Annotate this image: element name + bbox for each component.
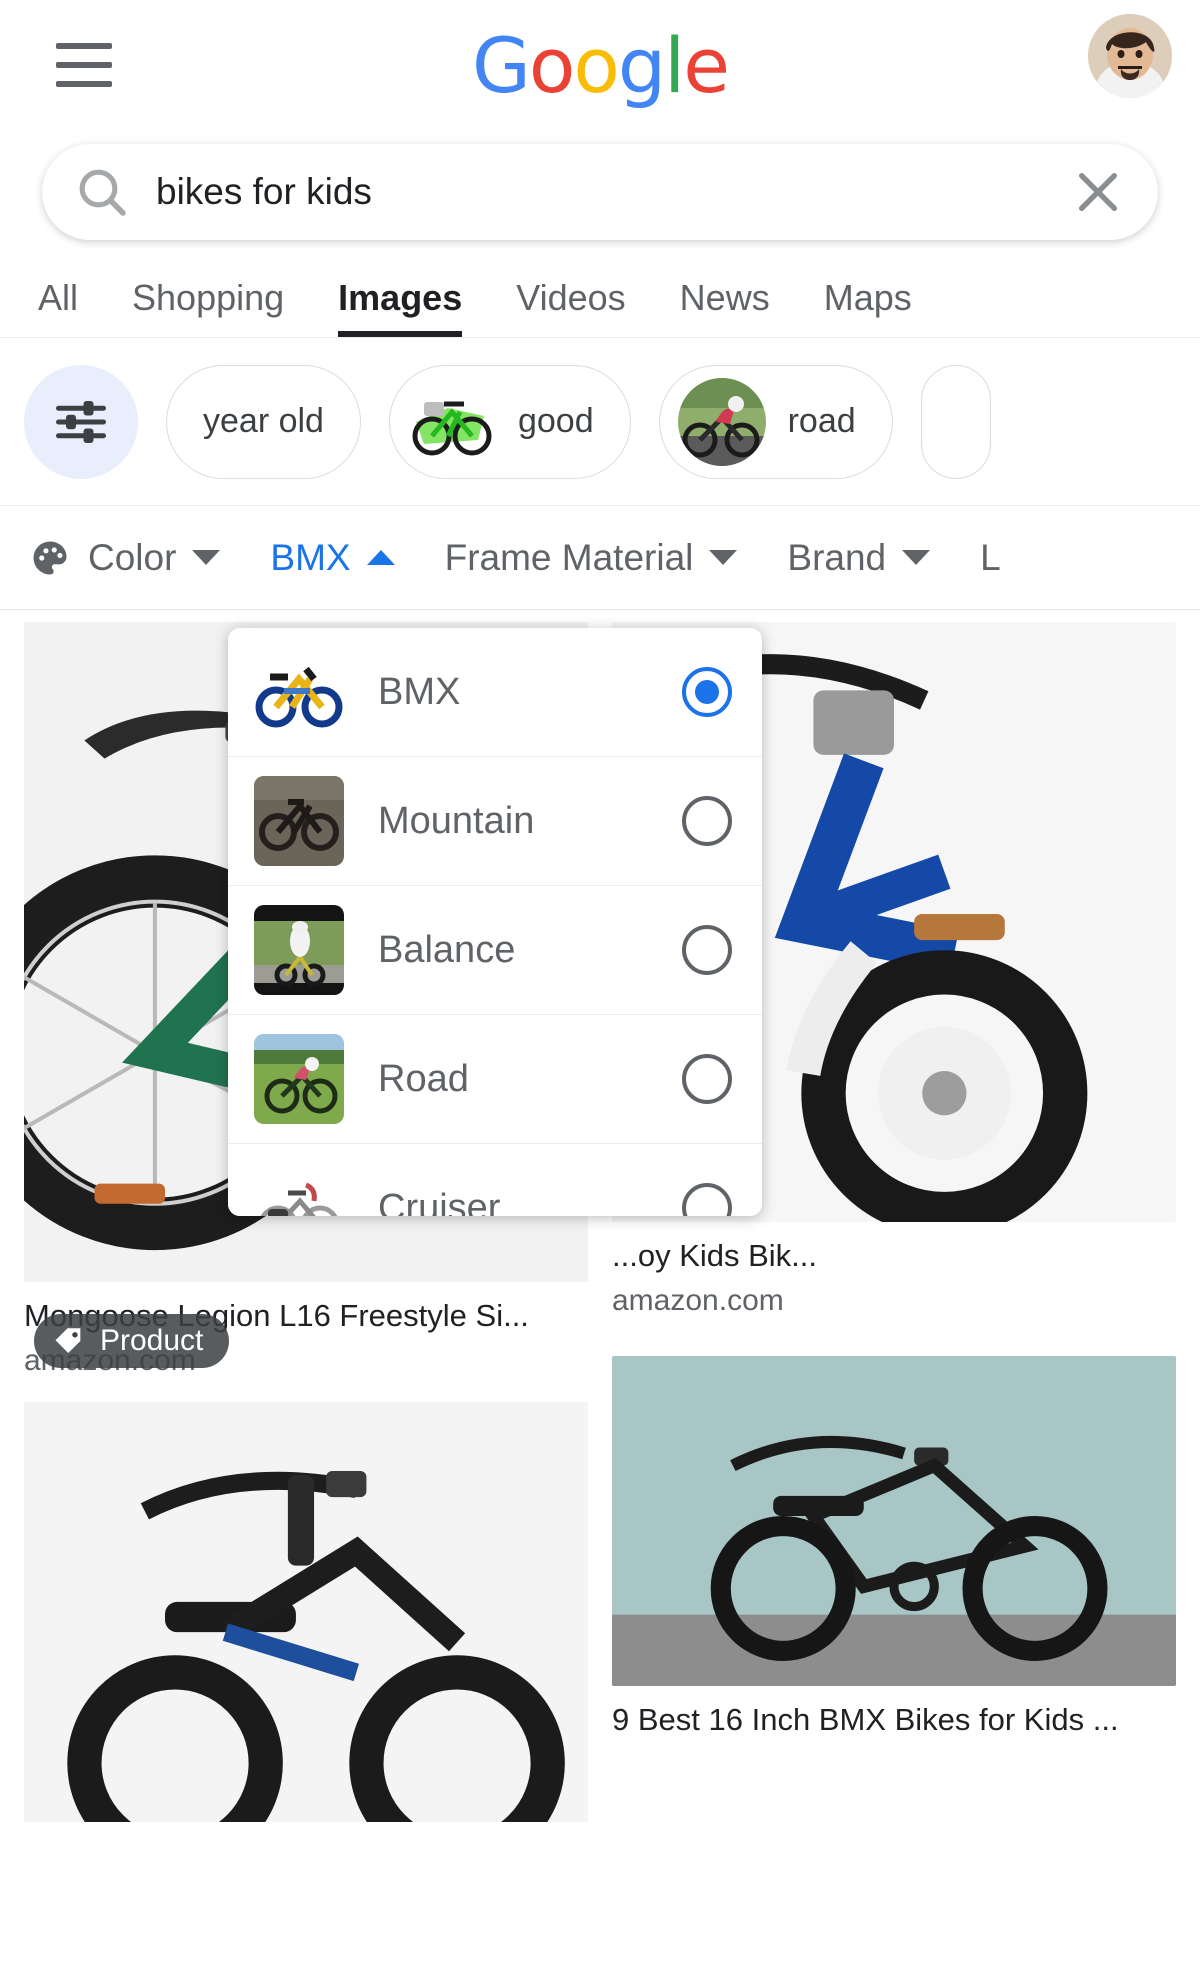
option-label: Road bbox=[378, 1057, 469, 1100]
result-card[interactable]: 9 Best 16 Inch BMX Bikes for Kids ... bbox=[612, 1356, 1176, 1738]
hamburger-menu-icon[interactable] bbox=[56, 43, 112, 87]
radio-button-cruiser[interactable] bbox=[682, 1183, 732, 1216]
suggestion-chips: year old good road bbox=[0, 338, 1200, 506]
filter-brand[interactable]: Brand bbox=[787, 536, 931, 579]
chip-road[interactable]: road bbox=[658, 364, 893, 479]
logo-letter: l bbox=[664, 21, 685, 110]
logo-letter: G bbox=[471, 21, 531, 110]
chevron-down-icon bbox=[902, 550, 931, 565]
search-section bbox=[0, 130, 1200, 240]
chip-thumbnail bbox=[407, 377, 496, 466]
price-tag-icon bbox=[55, 1328, 81, 1354]
chip-label: year old bbox=[203, 402, 324, 440]
badge-label: Product bbox=[100, 1324, 204, 1357]
filter-frame-material[interactable]: Frame Material bbox=[445, 537, 738, 579]
filter-bmx[interactable]: BMX bbox=[270, 536, 395, 579]
tune-filter-icon[interactable] bbox=[24, 364, 138, 479]
logo-letter: e bbox=[683, 21, 730, 110]
filter-label: Color bbox=[88, 536, 177, 578]
option-thumbnail bbox=[254, 905, 344, 995]
result-image[interactable] bbox=[612, 1356, 1176, 1686]
option-thumbnail bbox=[254, 647, 344, 737]
option-label: Cruiser bbox=[378, 1186, 501, 1217]
top-header: Google bbox=[0, 0, 1200, 130]
radio-button-mountain[interactable] bbox=[682, 796, 732, 846]
attribute-filter-bar: Color BMX Frame Material Brand L bbox=[0, 506, 1200, 610]
result-source: amazon.com bbox=[612, 1284, 784, 1317]
tab-videos[interactable]: Videos bbox=[516, 277, 625, 337]
search-bar[interactable] bbox=[42, 144, 1158, 240]
avatar[interactable] bbox=[1088, 14, 1172, 98]
logo-letter: g bbox=[617, 21, 666, 110]
tab-news[interactable]: News bbox=[680, 277, 770, 337]
search-icon bbox=[79, 169, 126, 216]
google-logo[interactable]: Google bbox=[472, 28, 730, 104]
chevron-up-icon bbox=[366, 550, 395, 565]
filter-label: BMX bbox=[270, 536, 351, 578]
chip-label: road bbox=[787, 402, 856, 440]
palette-icon bbox=[33, 541, 67, 574]
chip-overflow[interactable] bbox=[920, 364, 991, 479]
filter-color[interactable]: Color bbox=[28, 536, 221, 580]
result-card[interactable] bbox=[24, 1402, 588, 1822]
tab-all[interactable]: All bbox=[38, 277, 78, 337]
option-label: Balance bbox=[378, 928, 516, 971]
tab-images[interactable]: Images bbox=[338, 277, 463, 337]
bmx-filter-dropdown[interactable]: BMX Mountain Balance Road Cruiser bbox=[228, 628, 762, 1216]
filter-label: Frame Material bbox=[444, 536, 694, 578]
chevron-down-icon bbox=[709, 550, 738, 565]
chevron-down-icon bbox=[192, 550, 221, 565]
dropdown-option-cruiser[interactable]: Cruiser bbox=[228, 1144, 762, 1216]
radio-button-balance[interactable] bbox=[682, 925, 732, 975]
chip-label: good bbox=[517, 402, 594, 440]
close-icon[interactable] bbox=[1070, 164, 1126, 220]
chip-good[interactable]: good bbox=[388, 364, 631, 479]
result-title[interactable]: 9 Best 16 Inch BMX Bikes for Kids ... bbox=[612, 1702, 1176, 1738]
filter-label: L bbox=[980, 536, 1001, 578]
dropdown-option-road[interactable]: Road bbox=[228, 1015, 762, 1144]
chip-thumbnail bbox=[677, 377, 766, 466]
option-thumbnail bbox=[254, 776, 344, 866]
filter-label: Brand bbox=[787, 536, 887, 578]
logo-letter: o bbox=[528, 21, 575, 110]
radio-button-bmx[interactable] bbox=[682, 667, 732, 717]
status-badge: Product bbox=[34, 1314, 230, 1368]
tab-shopping[interactable]: Shopping bbox=[132, 277, 284, 337]
search-input[interactable] bbox=[130, 171, 1070, 213]
radio-button-road[interactable] bbox=[682, 1054, 732, 1104]
dropdown-option-bmx[interactable]: BMX bbox=[228, 628, 762, 757]
dropdown-option-mountain[interactable]: Mountain bbox=[228, 757, 762, 886]
dropdown-option-balance[interactable]: Balance bbox=[228, 886, 762, 1015]
filter-overflow[interactable]: L bbox=[980, 537, 1001, 579]
result-image[interactable] bbox=[24, 1402, 588, 1822]
chip-year-old[interactable]: year old bbox=[166, 364, 361, 479]
result-title[interactable]: ...oy Kids Bik... bbox=[612, 1238, 1176, 1274]
option-thumbnail bbox=[254, 1034, 344, 1124]
logo-letter: o bbox=[573, 21, 619, 110]
option-label: Mountain bbox=[378, 799, 535, 842]
search-tabs: All Shopping Images Videos News Maps bbox=[0, 240, 1200, 338]
option-thumbnail bbox=[254, 1163, 344, 1216]
tab-maps[interactable]: Maps bbox=[824, 277, 912, 337]
option-label: BMX bbox=[378, 670, 461, 713]
